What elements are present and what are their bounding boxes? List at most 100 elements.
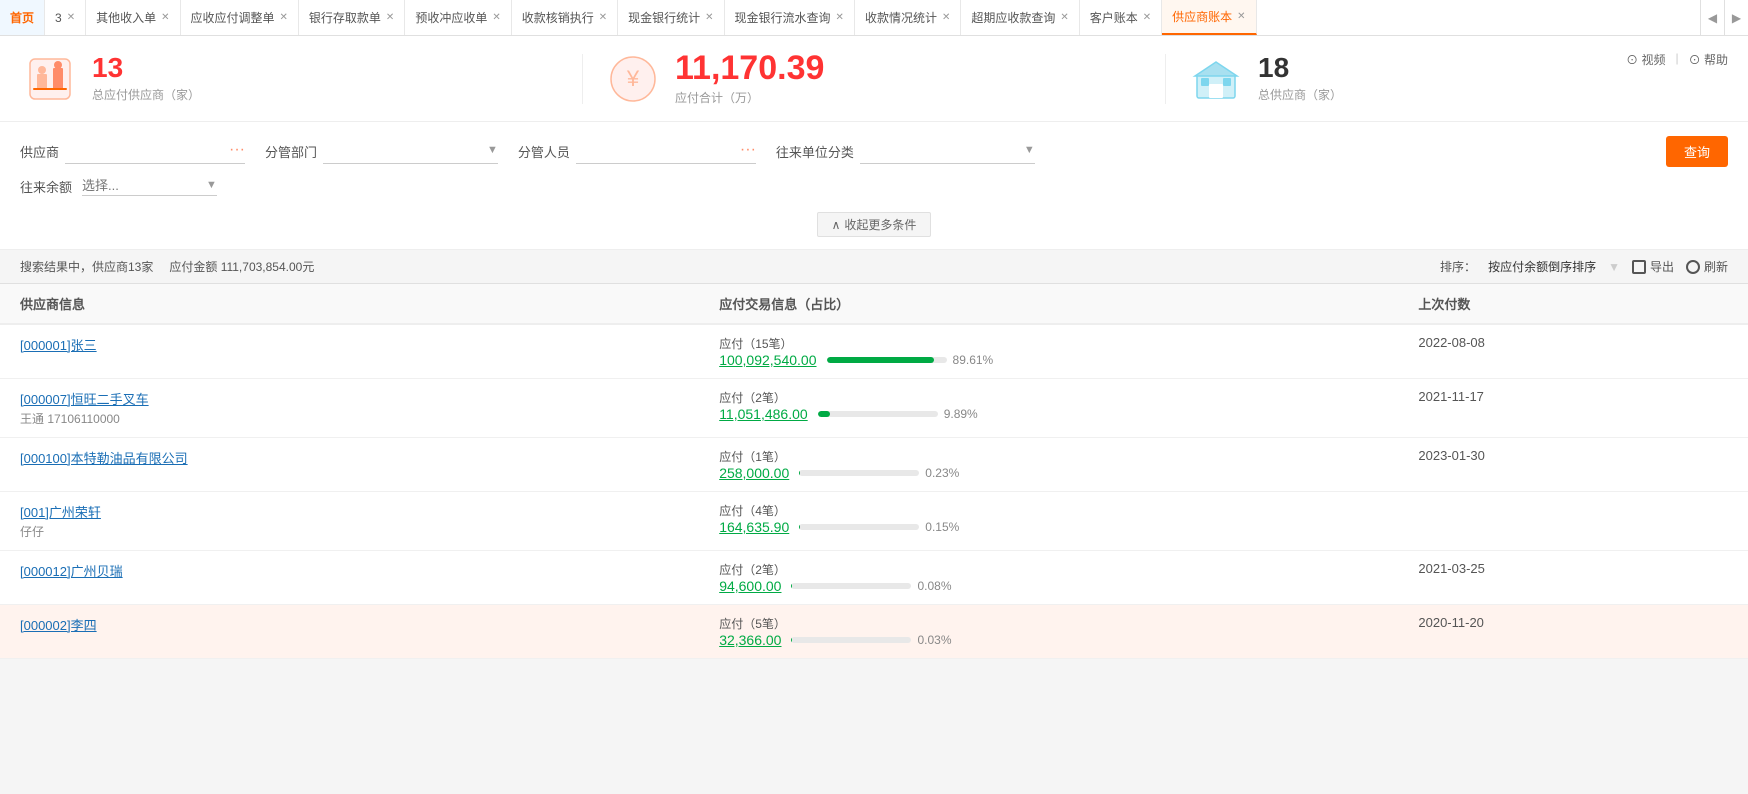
amount-icon: ¥ (603, 51, 663, 106)
nav-tab-cash-flow[interactable]: 现金银行流水查询 ✕ (725, 0, 855, 35)
tx-amount[interactable]: 258,000.00 (719, 465, 789, 481)
dept-dropdown-icon[interactable]: ▼ (487, 144, 498, 156)
export-button[interactable]: 导出 (1632, 258, 1674, 275)
close-icon[interactable]: ✕ (1237, 11, 1245, 22)
close-icon[interactable]: ✕ (836, 12, 844, 23)
category-dropdown-icon[interactable]: ▼ (1024, 144, 1035, 156)
close-icon[interactable]: ✕ (386, 12, 394, 23)
result-text-amount: 应付金额 111,703,854.00元 (169, 258, 314, 275)
dept-input[interactable] (323, 140, 483, 161)
close-icon[interactable]: ✕ (280, 12, 288, 23)
bank-label: 银行存取款单 (309, 9, 381, 26)
table-row: [000012]广州贝瑞应付（2笔）94,600.000.08%2021-03-… (0, 551, 1748, 605)
tx-label: 应付（5笔） (719, 615, 1378, 632)
nav-tab-cash-stats[interactable]: 现金银行统计 ✕ (618, 0, 724, 35)
balance-select-container: ▼ (82, 178, 217, 196)
balance-dropdown-icon[interactable]: ▼ (206, 179, 217, 191)
supplier-link[interactable]: [000001]张三 (20, 338, 97, 353)
close-icon[interactable]: ✕ (705, 12, 713, 23)
refresh-icon (1686, 260, 1700, 274)
supplier-label: 供应商 (20, 142, 59, 161)
supplier-input[interactable] (65, 140, 225, 161)
supplier-dots-button[interactable]: ··· (229, 141, 245, 159)
person-label: 分管人员 (518, 142, 570, 161)
person-input[interactable] (576, 140, 736, 161)
supplier-input-container: ··· (65, 140, 245, 164)
supplier-link[interactable]: [001]广州荣轩 (20, 505, 101, 520)
supplier-link[interactable]: [000012]广州贝瑞 (20, 564, 123, 579)
header-stats-section: 13 总应付供应商（家） ¥ 11,170.39 应付合计（万） (0, 36, 1748, 122)
nav-next-button[interactable]: ▶ (1724, 0, 1748, 36)
sort-select[interactable]: 按应付余额倒序排序 (1488, 258, 1596, 275)
tx-label: 应付（4笔） (719, 502, 1378, 519)
top-navigation: 首页 3 ✕ 其他收入单 ✕ 应收应付调整单 ✕ 银行存取款单 ✕ 预收冲应收单… (0, 0, 1748, 36)
supplier-contact: 王通 17106110000 (20, 410, 679, 427)
collapse-button[interactable]: ∧ 收起更多条件 (817, 212, 932, 237)
nav-tab-ar-ap[interactable]: 应收应付调整单 ✕ (181, 0, 299, 35)
supplier-icon (20, 51, 80, 106)
tx-amount[interactable]: 32,366.00 (719, 632, 781, 648)
stat-divider-2 (1165, 54, 1166, 104)
query-button[interactable]: 查询 (1666, 136, 1728, 167)
nav-tab-collection-stats[interactable]: 收款情况统计 ✕ (855, 0, 961, 35)
close-icon[interactable]: ✕ (492, 12, 500, 23)
table-body: [000001]张三应付（15笔）100,092,540.0089.61%202… (0, 324, 1748, 659)
supplier-cell: [000007]恒旺二手叉车王通 17106110000 (0, 379, 699, 438)
supplier-link[interactable]: [000002]李四 (20, 618, 97, 633)
category-input[interactable] (860, 140, 1020, 161)
tx-amount[interactable]: 164,635.90 (719, 519, 789, 535)
progress-bar (827, 357, 947, 363)
tx-cell: 应付（2笔）11,051,486.009.89% (699, 379, 1398, 438)
nav-prev-button[interactable]: ◀ (1700, 0, 1724, 36)
close-icon[interactable]: ✕ (599, 12, 607, 23)
nav-tab-collection[interactable]: 收款核销执行 ✕ (512, 0, 618, 35)
search-row-1: 供应商 ··· 分管部门 ▼ 分管人员 ··· 往来单位分类 (20, 136, 1728, 167)
help-icon: ⊙ (1689, 53, 1701, 67)
close-icon[interactable]: ✕ (1060, 12, 1068, 23)
nav-tab-supplier-book[interactable]: 供应商账本 ✕ (1162, 0, 1256, 35)
last-payment-date: 2023-01-30 (1418, 448, 1485, 463)
balance-select[interactable] (82, 178, 202, 193)
supplier-cell: [001]广州荣轩仔仔 (0, 492, 699, 551)
video-icon: ⊙ (1626, 53, 1638, 67)
supplier-link[interactable]: [000007]恒旺二手叉车 (20, 392, 149, 407)
supplier-cell: [000100]本特勒油品有限公司 (0, 438, 699, 492)
nav-tab-3[interactable]: 3 ✕ (45, 0, 86, 35)
progress-bar (799, 524, 919, 530)
close-icon[interactable]: ✕ (942, 12, 950, 23)
nav-tab-customer-book[interactable]: 客户账本 ✕ (1080, 0, 1162, 35)
stat-info-amount: 11,170.39 应付合计（万） (675, 51, 824, 106)
data-table-container: 供应商信息 应付交易信息（占比） 上次付数 [000001]张三应付（15笔）1… (0, 284, 1748, 659)
export-icon (1632, 260, 1646, 274)
stat-divider-1 (582, 54, 583, 104)
video-link[interactable]: ⊙ 视频 (1626, 51, 1665, 68)
nav-tab-overdue[interactable]: 超期应收款查询 ✕ (961, 0, 1079, 35)
close-icon[interactable]: ✕ (67, 12, 75, 23)
help-link[interactable]: ⊙ 帮助 (1689, 51, 1728, 68)
nav-tab-other-income[interactable]: 其他收入单 ✕ (86, 0, 180, 35)
supplier-contact: 仔仔 (20, 523, 679, 540)
last-payment-date: 2021-11-17 (1418, 389, 1484, 404)
table-row: [001]广州荣轩仔仔应付（4笔）164,635.900.15% (0, 492, 1748, 551)
supplier-link[interactable]: [000100]本特勒油品有限公司 (20, 451, 188, 466)
close-icon[interactable]: ✕ (1143, 12, 1151, 23)
tx-cell: 应付（2笔）94,600.000.08% (699, 551, 1398, 605)
overdue-label: 超期应收款查询 (971, 9, 1055, 26)
tx-percent: 0.23% (925, 466, 959, 480)
refresh-button[interactable]: 刷新 (1686, 258, 1728, 275)
nav-tab-bank[interactable]: 银行存取款单 ✕ (299, 0, 405, 35)
category-input-container: ▼ (860, 140, 1035, 164)
tx-amount[interactable]: 94,600.00 (719, 578, 781, 594)
tx-amount[interactable]: 100,092,540.00 (719, 352, 816, 368)
stat-number-total: 18 (1258, 54, 1342, 82)
category-field: 往来单位分类 ▼ (776, 140, 1035, 164)
collection-label: 收款核销执行 (522, 9, 594, 26)
nav-tab-prepaid[interactable]: 预收冲应收单 ✕ (405, 0, 511, 35)
category-label: 往来单位分类 (776, 142, 854, 161)
table-row: [000100]本特勒油品有限公司应付（1笔）258,000.000.23%20… (0, 438, 1748, 492)
svg-text:¥: ¥ (626, 66, 640, 91)
tx-amount[interactable]: 11,051,486.00 (719, 406, 808, 422)
nav-tab-home[interactable]: 首页 (0, 0, 45, 35)
person-dots-button[interactable]: ··· (740, 141, 756, 159)
close-icon[interactable]: ✕ (161, 12, 169, 23)
